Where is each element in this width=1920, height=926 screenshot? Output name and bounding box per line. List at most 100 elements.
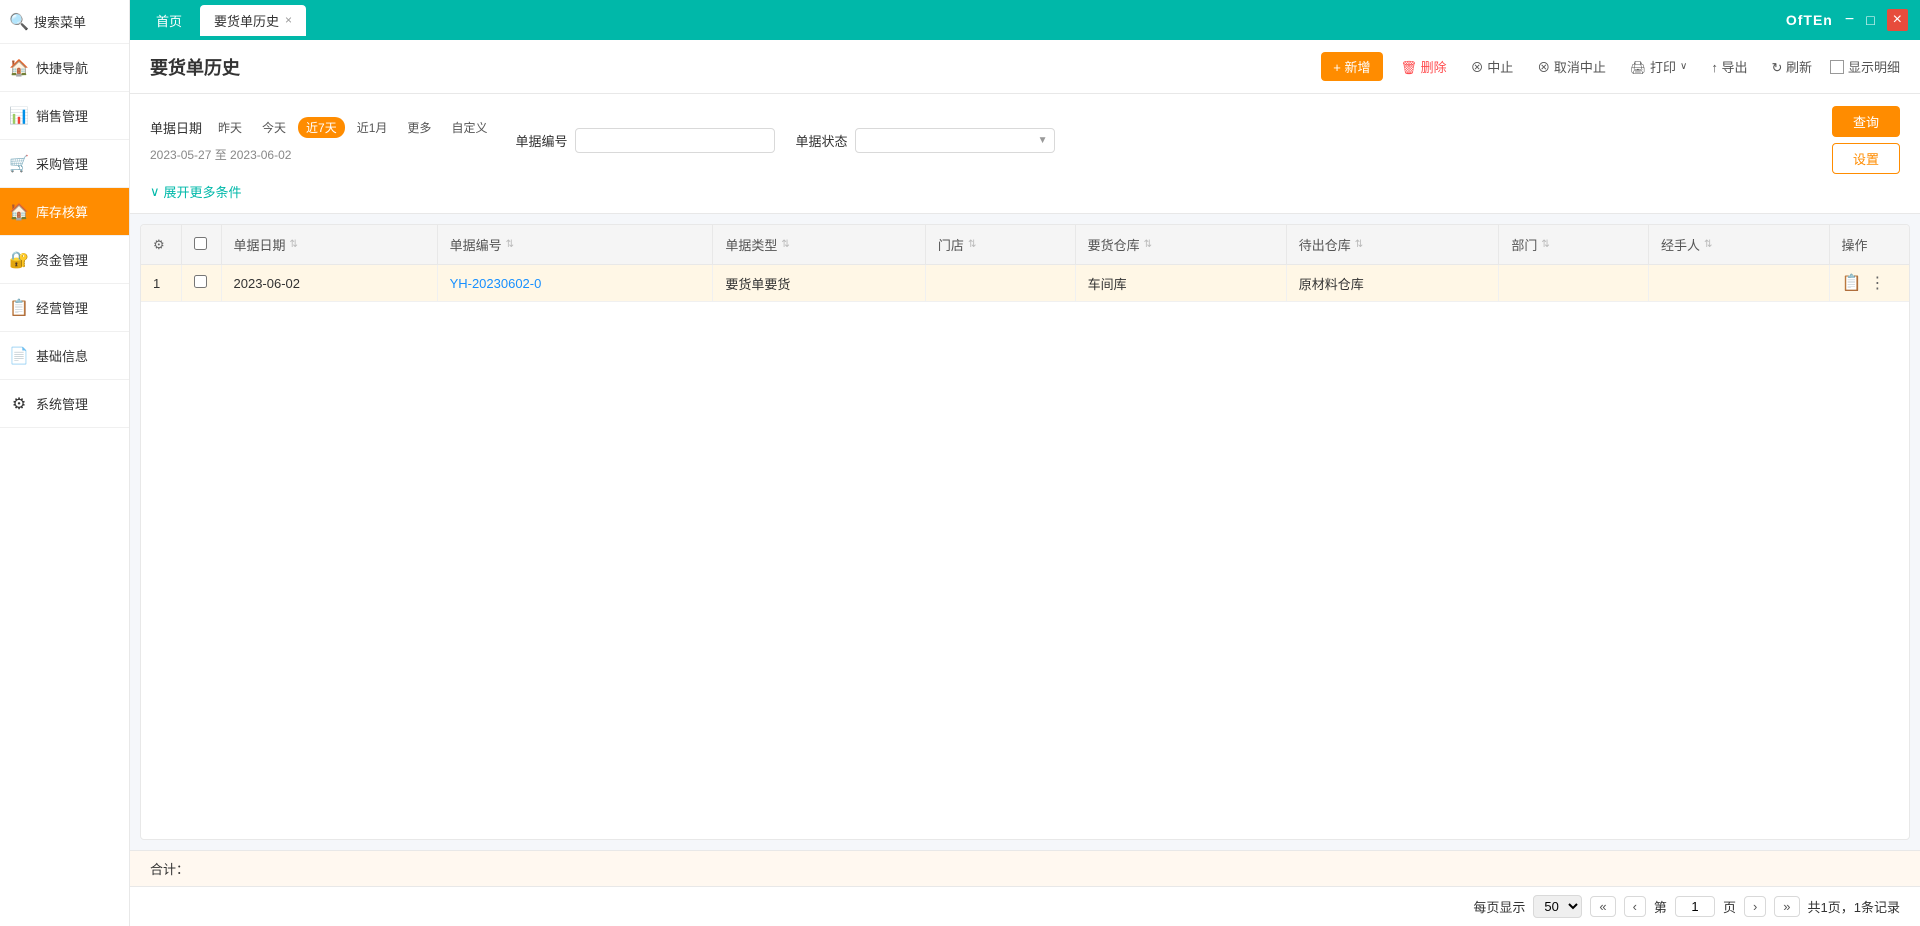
date-btn-7days[interactable]: 近7天 (298, 117, 345, 138)
table-row[interactable]: 1 2023-06-02 YH-20230602-0 要货单要货 车间库 原材料… (141, 265, 1909, 302)
brand-label: OfTEn (1786, 12, 1833, 28)
stop-button[interactable]: ⊗ 中止 (1465, 53, 1520, 80)
sidebar-item-label: 经营管理 (36, 298, 88, 317)
topbar-right: OfTEn − □ × (1786, 9, 1908, 31)
tab-close-icon[interactable]: × (285, 13, 292, 27)
sales-icon: 📊 (10, 107, 28, 125)
table-footer: 合计： (130, 850, 1920, 886)
page-label: 第 (1654, 897, 1667, 916)
sort-icon-bill-no[interactable]: ⇅ (506, 239, 514, 250)
refresh-button[interactable]: ↻ 刷新 (1765, 53, 1818, 80)
th-bill-no: 单据编号 ⇅ (437, 225, 713, 265)
th-checkbox (181, 225, 221, 265)
row-handler (1649, 265, 1829, 302)
print-dropdown-icon: ∨ (1680, 61, 1687, 72)
tab-requisition-history[interactable]: 要货单历史 × (200, 5, 306, 36)
sidebar-item-quick-nav[interactable]: 🏠 快捷导航 (0, 44, 129, 92)
export-button[interactable]: ↑ 导出 (1705, 53, 1753, 80)
th-pending-warehouse: 待出仓库 ⇅ (1286, 225, 1499, 265)
th-dept: 部门 ⇅ (1499, 225, 1649, 265)
bill-status-select-wrapper: ▼ (855, 128, 1055, 153)
bill-no-link[interactable]: YH-20230602-0 (450, 276, 542, 291)
sidebar-item-basic-info[interactable]: 📄 基础信息 (0, 332, 129, 380)
select-all-checkbox[interactable] (194, 237, 207, 250)
th-handler-label: 经手人 (1661, 235, 1700, 254)
tab-home[interactable]: 首页 (142, 5, 196, 36)
last-page-button[interactable]: » (1774, 896, 1799, 917)
sidebar-item-sys-mgmt[interactable]: ⚙ 系统管理 (0, 380, 129, 428)
row-edit-icon[interactable]: 📋 (1842, 273, 1862, 293)
topbar: 首页 要货单历史 × OfTEn − □ × (130, 0, 1920, 40)
row-date: 2023-06-02 (221, 265, 437, 302)
th-store-label: 门店 (938, 235, 964, 254)
sort-icon-date[interactable]: ⇅ (290, 239, 298, 250)
inventory-icon: 🏠 (10, 203, 28, 221)
first-page-button[interactable]: « (1590, 896, 1615, 917)
row-more-icon[interactable]: ⋮ (1869, 273, 1885, 293)
date-btn-yesterday[interactable]: 昨天 (210, 117, 250, 138)
th-store: 门店 ⇅ (925, 225, 1075, 265)
sidebar-item-finance[interactable]: 🔐 资金管理 (0, 236, 129, 284)
th-pending-warehouse-label: 待出仓库 (1299, 235, 1351, 254)
row-op-icons: 📋 ⋮ (1842, 273, 1898, 293)
table-settings-icon[interactable]: ⚙ (153, 237, 165, 252)
display-detail-toggle[interactable]: 显示明细 (1830, 57, 1900, 76)
sort-icon-req-warehouse[interactable]: ⇅ (1144, 239, 1152, 250)
print-button[interactable]: 🖨 打印 ∨ (1624, 53, 1693, 80)
row-select-checkbox[interactable] (194, 275, 207, 288)
content-area: 要货单历史 + 新增 🗑 删除 ⊗ 中止 ⊗ 取消中止 🖨 打印 ∨ ↑ 导出 … (130, 40, 1920, 926)
row-bill-no: YH-20230602-0 (437, 265, 713, 302)
sort-icon-dept[interactable]: ⇅ (1541, 239, 1549, 250)
sidebar-search[interactable]: 🔍 搜索菜单 (0, 0, 129, 44)
expand-more[interactable]: ∨ 展开更多条件 (150, 182, 1900, 201)
query-button[interactable]: 查询 (1832, 106, 1900, 137)
window-minimize[interactable]: − (1845, 11, 1854, 29)
sidebar: 🔍 搜索菜单 🏠 快捷导航 📊 销售管理 🛒 采购管理 🏠 库存核算 🔐 资金管… (0, 0, 130, 926)
sidebar-item-inventory[interactable]: 🏠 库存核算 (0, 188, 129, 236)
page-size-select[interactable]: 50 (1533, 895, 1582, 918)
date-range-display: 2023-05-27 至 2023-06-02 (150, 146, 495, 163)
row-checkbox (181, 265, 221, 302)
tab-active-label: 要货单历史 (214, 11, 279, 30)
next-page-button[interactable]: › (1744, 896, 1766, 917)
date-btn-1month[interactable]: 近1月 (349, 117, 396, 138)
sidebar-item-purchase-mgmt[interactable]: 🛒 采购管理 (0, 140, 129, 188)
sort-icon-pending-warehouse[interactable]: ⇅ (1355, 239, 1363, 250)
delete-button[interactable]: 🗑 删除 (1395, 53, 1453, 80)
purchase-icon: 🛒 (10, 155, 28, 173)
expand-more-label: 展开更多条件 (164, 182, 242, 201)
bill-no-input[interactable] (575, 128, 775, 153)
prev-page-button[interactable]: ‹ (1624, 896, 1646, 917)
th-settings: ⚙ (141, 225, 181, 265)
page-size-label: 每页显示 (1473, 897, 1525, 916)
sidebar-item-label: 资金管理 (36, 250, 88, 269)
new-button[interactable]: + 新增 (1321, 52, 1382, 81)
sidebar-item-label: 库存核算 (36, 202, 88, 221)
sidebar-item-sales-mgmt[interactable]: 📊 销售管理 (0, 92, 129, 140)
window-maximize[interactable]: □ (1866, 12, 1874, 28)
row-req-warehouse: 车间库 (1075, 265, 1286, 302)
table-area: ⚙ 单据日期 ⇅ 单据编号 (140, 224, 1910, 840)
row-bill-type: 要货单要货 (713, 265, 926, 302)
date-btn-more[interactable]: 更多 (399, 117, 439, 138)
sort-icon-bill-type[interactable]: ⇅ (781, 239, 789, 250)
sidebar-item-label: 快捷导航 (36, 58, 88, 77)
window-close[interactable]: × (1887, 9, 1908, 31)
display-detail-checkbox[interactable] (1830, 60, 1844, 74)
bill-status-select[interactable] (855, 128, 1055, 153)
date-btn-custom[interactable]: 自定义 (443, 117, 495, 138)
sort-icon-handler[interactable]: ⇅ (1704, 239, 1712, 250)
page-number-input[interactable] (1675, 896, 1715, 917)
th-bill-type: 单据类型 ⇅ (713, 225, 926, 265)
sidebar-item-operations[interactable]: 📋 经营管理 (0, 284, 129, 332)
pagination: 每页显示 50 « ‹ 第 页 › » 共1页，1条记录 (130, 886, 1920, 926)
settings-button[interactable]: 设置 (1832, 143, 1900, 174)
th-op-label: 操作 (1842, 238, 1868, 253)
search-icon: 🔍 (10, 13, 28, 31)
bill-status-label: 单据状态 (795, 131, 847, 150)
print-label: 🖨 打印 (1630, 57, 1676, 76)
home-icon: 🏠 (10, 59, 28, 77)
sort-icon-store[interactable]: ⇅ (968, 239, 976, 250)
date-btn-today[interactable]: 今天 (254, 117, 294, 138)
cancel-stop-button[interactable]: ⊗ 取消中止 (1531, 53, 1612, 80)
